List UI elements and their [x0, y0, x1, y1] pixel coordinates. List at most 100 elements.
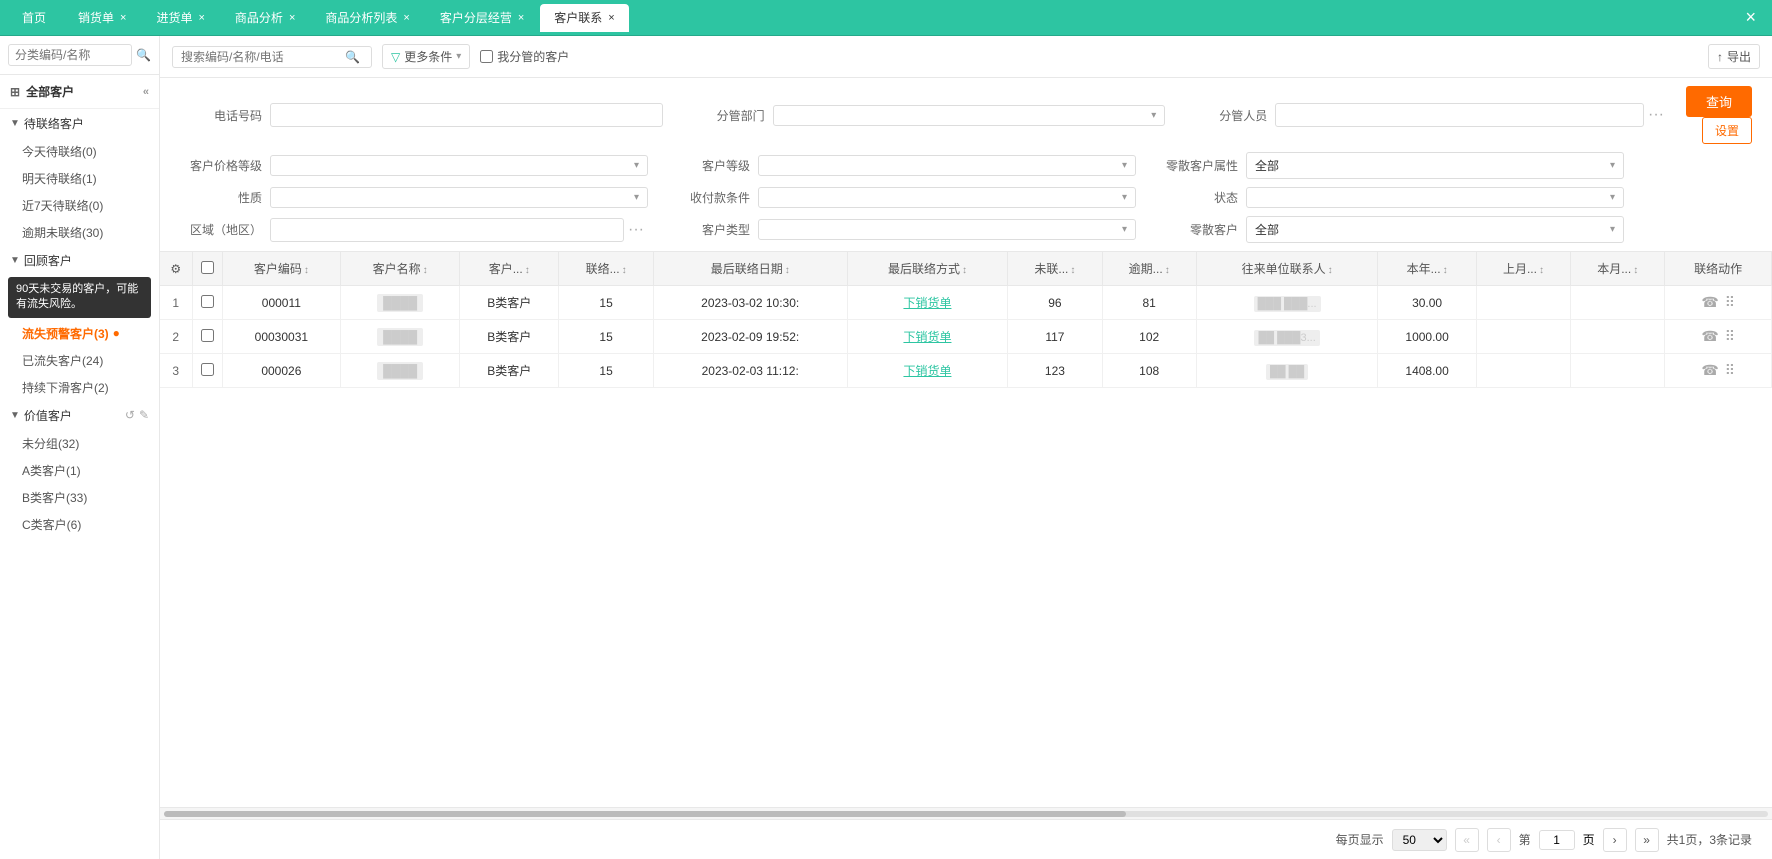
row-checkbox[interactable] — [201, 363, 214, 376]
tab-sales-order-close[interactable]: × — [120, 12, 126, 24]
table-row: 1 000011 ████ B类客户 15 2023-03-02 10:30: … — [160, 286, 1772, 320]
tab-home[interactable]: 首页 — [8, 4, 60, 32]
filter-customer-type-select[interactable]: ▾ — [758, 219, 1136, 240]
content-area: 🔍 ▽ 更多条件 ▾ 我分管的客户 ↑ 导出 电话号码 — [160, 36, 1772, 859]
cell-company-contact: ██ ███3... — [1196, 320, 1378, 354]
horizontal-scrollbar[interactable] — [160, 807, 1772, 819]
prev-page-btn[interactable]: ‹ — [1487, 828, 1511, 852]
sidebar-item-class-a[interactable]: A类客户(1) — [0, 457, 159, 484]
next-page-btn[interactable]: › — [1603, 828, 1627, 852]
tab-product-analysis-list[interactable]: 商品分析列表 × — [311, 4, 423, 32]
section-value-actions: ↺ ✎ — [125, 408, 149, 422]
cell-last-contact-method[interactable]: 下销货单 — [847, 320, 1008, 354]
tab-purchase-order[interactable]: 进货单 × — [142, 4, 218, 32]
tab-customer-tier[interactable]: 客户分层经营 × — [426, 4, 538, 32]
cell-index: 1 — [160, 286, 192, 320]
filter-casual-customer: 零散客户 全部 ▾ — [1156, 216, 1624, 243]
filter-person-label: 分管人员 — [1185, 107, 1275, 124]
contact-more-icon[interactable]: ⠿ — [1725, 362, 1735, 379]
th-settings[interactable]: ⚙ — [160, 252, 192, 286]
per-page-select[interactable]: 50 100 200 — [1392, 829, 1447, 851]
sidebar-item-ungroup[interactable]: 未分组(32) — [0, 430, 159, 457]
filter-payment-select[interactable]: ▾ — [758, 187, 1136, 208]
cell-contact: 15 — [559, 354, 653, 388]
filter-region-dots[interactable]: ··· — [624, 221, 648, 239]
sidebar-item-today[interactable]: 今天待联络(0) — [0, 138, 159, 165]
row-checkbox[interactable] — [201, 295, 214, 308]
settings-button[interactable]: 设置 — [1702, 117, 1752, 144]
sidebar-search-input[interactable] — [8, 44, 132, 66]
cell-last-month — [1476, 354, 1570, 388]
casual-attr-arrow: ▾ — [1610, 160, 1615, 171]
tab-customer-contact[interactable]: 客户联系 × — [540, 4, 628, 32]
sidebar-section-value[interactable]: ▼ 价值客户 ↺ ✎ — [0, 401, 159, 430]
contact-more-icon[interactable]: ⠿ — [1725, 294, 1735, 311]
sidebar-item-churned[interactable]: 已流失客户(24) — [0, 347, 159, 374]
filter-phone-input[interactable] — [270, 103, 663, 127]
tab-product-analysis[interactable]: 商品分析 × — [221, 4, 309, 32]
cell-company-contact: ███ ███... — [1196, 286, 1378, 320]
filter-nature-label: 性质 — [180, 189, 270, 206]
contact-more-icon[interactable]: ⠿ — [1725, 328, 1735, 345]
cell-no-contact-days: 123 — [1008, 354, 1102, 388]
filter-customer-level-select[interactable]: ▾ — [758, 155, 1136, 176]
sidebar-search-icon[interactable]: 🔍 — [136, 48, 151, 62]
export-button[interactable]: ↑ 导出 — [1708, 44, 1760, 69]
cell-contact: 15 — [559, 320, 653, 354]
tab-purchase-order-close[interactable]: × — [198, 12, 204, 24]
sidebar-all-customers[interactable]: ⊞ 全部客户 « — [0, 75, 159, 109]
filter-customer-type: 客户类型 ▾ — [668, 219, 1136, 240]
cell-this-month — [1571, 286, 1665, 320]
sidebar-item-class-c[interactable]: C类客户(6) — [0, 511, 159, 538]
filter-casual-customer-select[interactable]: 全部 ▾ — [1246, 216, 1624, 243]
select-all-checkbox[interactable] — [201, 261, 214, 274]
contact-phone-icon[interactable]: ☎ — [1701, 328, 1718, 345]
filter-casual-customer-value: 全部 — [1255, 221, 1610, 238]
sidebar-item-churn-warning[interactable]: 流失预警客户(3) ● — [0, 320, 159, 347]
section-arrow-pending: ▼ — [10, 118, 20, 129]
cell-last-contact-method[interactable]: 下销货单 — [847, 286, 1008, 320]
filter-nature-select[interactable]: ▾ — [270, 187, 648, 208]
filter-status-select[interactable]: ▾ — [1246, 187, 1624, 208]
my-customers-checkbox[interactable] — [480, 50, 493, 63]
contact-phone-icon[interactable]: ☎ — [1701, 362, 1718, 379]
edit-icon[interactable]: ✎ — [139, 408, 149, 422]
filter-dept-select[interactable]: ▾ — [773, 105, 1166, 126]
th-contact: 联络...↕ — [559, 252, 653, 286]
cell-last-contact-date: 2023-02-03 11:12: — [653, 354, 847, 388]
tab-home-label: 首页 — [22, 9, 46, 26]
filter-person-input[interactable] — [1275, 103, 1644, 127]
filter-person-dots[interactable]: ··· — [1644, 106, 1668, 124]
sidebar-item-tomorrow[interactable]: 明天待联络(1) — [0, 165, 159, 192]
last-page-btn[interactable]: » — [1635, 828, 1659, 852]
row-checkbox[interactable] — [201, 329, 214, 342]
query-button[interactable]: 查询 — [1686, 86, 1752, 117]
tab-customer-tier-close[interactable]: × — [518, 12, 524, 24]
tab-customer-contact-close[interactable]: × — [608, 12, 614, 24]
main-search-icon[interactable]: 🔍 — [345, 50, 360, 64]
pagination: 每页显示 50 100 200 « ‹ 第 页 › » 共1页，3条记录 — [160, 819, 1772, 859]
sidebar-collapse-icon[interactable]: « — [143, 86, 149, 98]
page-input[interactable] — [1539, 830, 1575, 850]
sidebar-item-overdue[interactable]: 逾期未联络(30) — [0, 219, 159, 246]
contact-phone-icon[interactable]: ☎ — [1701, 294, 1718, 311]
sidebar-section-pending[interactable]: ▼ 待联络客户 — [0, 109, 159, 138]
cell-last-contact-method[interactable]: 下销货单 — [847, 354, 1008, 388]
filter-price-level-select[interactable]: ▾ — [270, 155, 648, 176]
tab-product-analysis-close[interactable]: × — [289, 12, 295, 24]
sidebar-section-review[interactable]: ▼ 回顾客户 — [0, 246, 159, 275]
refresh-icon[interactable]: ↺ — [125, 408, 135, 422]
filter-casual-attr-select[interactable]: 全部 ▾ — [1246, 152, 1624, 179]
cell-type: B类客户 — [459, 286, 559, 320]
sidebar-item-class-b[interactable]: B类客户(33) — [0, 484, 159, 511]
sidebar-item-7days[interactable]: 近7天待联络(0) — [0, 192, 159, 219]
tab-product-analysis-list-close[interactable]: × — [403, 12, 409, 24]
more-conditions-btn[interactable]: ▽ 更多条件 ▾ — [382, 44, 470, 69]
th-checkbox — [192, 252, 222, 286]
window-close-button[interactable]: × — [1737, 7, 1764, 28]
main-search-input[interactable] — [181, 50, 341, 64]
filter-region-input[interactable] — [270, 218, 624, 242]
tab-sales-order[interactable]: 销货单 × — [64, 4, 140, 32]
sidebar-item-declining[interactable]: 持续下滑客户(2) — [0, 374, 159, 401]
first-page-btn[interactable]: « — [1455, 828, 1479, 852]
